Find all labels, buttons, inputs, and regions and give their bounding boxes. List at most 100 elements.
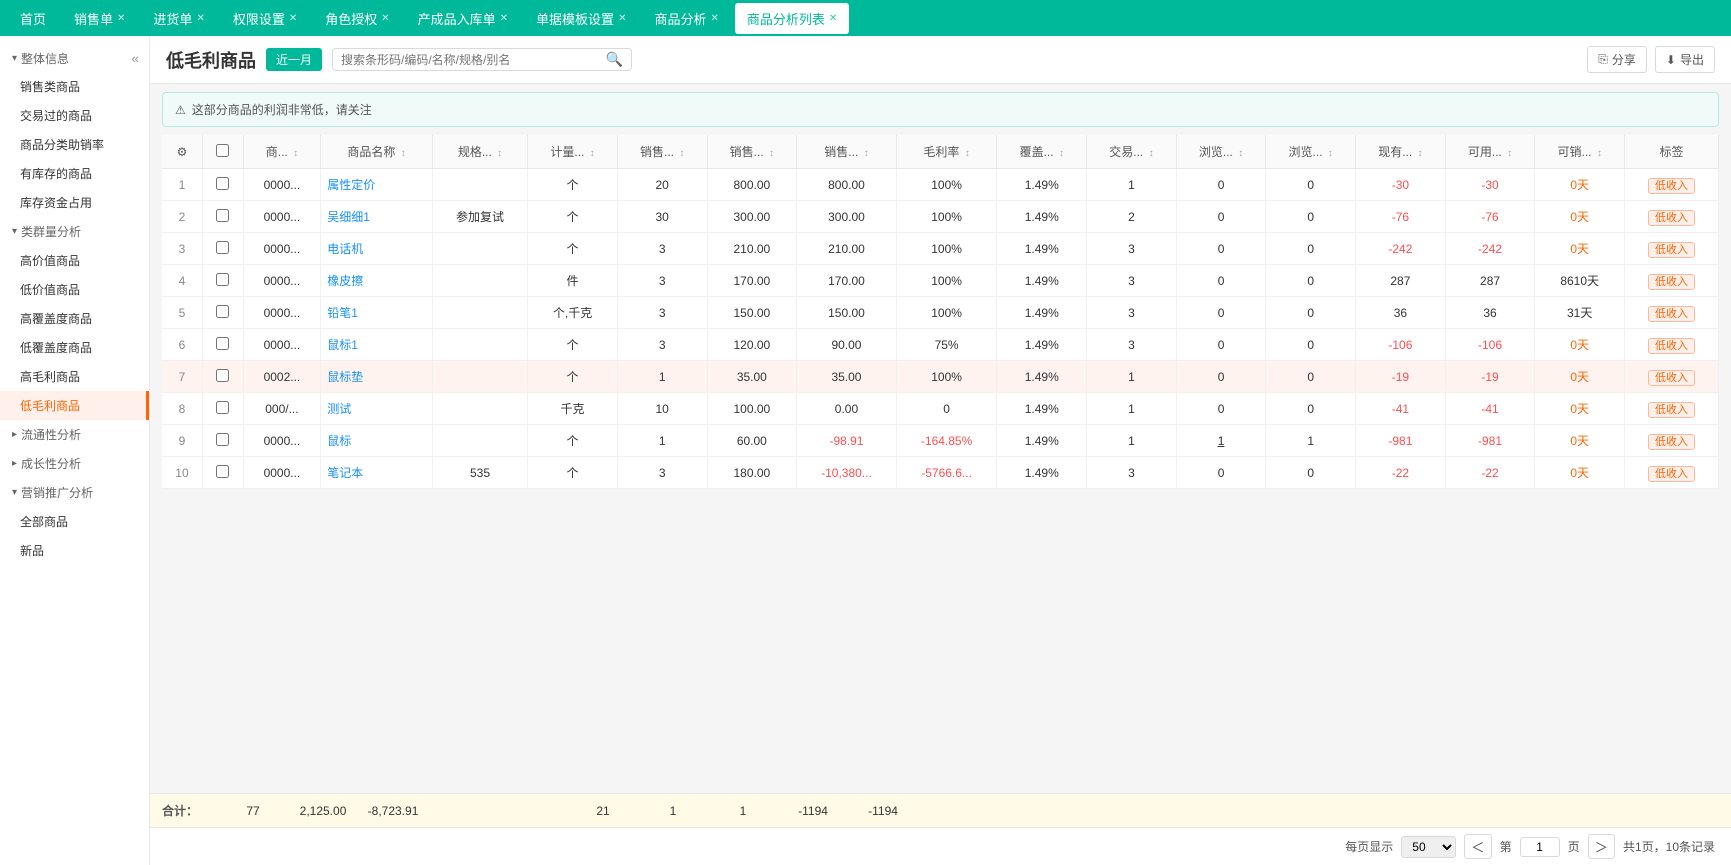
row-checkbox[interactable]	[216, 401, 229, 414]
col-checkbox[interactable]	[202, 135, 243, 169]
sidebar-item-high-value[interactable]: 高价值商品	[0, 246, 149, 275]
row-checkbox[interactable]	[216, 209, 229, 222]
cell-checkbox[interactable]	[202, 265, 243, 297]
nav-close-icon[interactable]: ✕	[196, 13, 204, 24]
search-input[interactable]	[341, 53, 606, 67]
cell-name[interactable]: 鼠标垫	[321, 361, 433, 393]
cell-name[interactable]: 橡皮擦	[321, 265, 433, 297]
page-input[interactable]	[1520, 837, 1560, 857]
cell-browse1[interactable]: 0	[1176, 361, 1266, 393]
nav-close-icon[interactable]: ✕	[829, 13, 837, 24]
nav-close-icon[interactable]: ✕	[618, 13, 626, 24]
share-button[interactable]: ⎘ 分享	[1587, 46, 1647, 73]
nav-item-analysis[interactable]: 商品分析 ✕	[642, 3, 730, 34]
nav-close-icon[interactable]: ✕	[500, 13, 508, 24]
col-sales-price[interactable]: 销售... ↕	[707, 135, 797, 169]
col-settings[interactable]: ⚙	[162, 135, 202, 169]
nav-item-template[interactable]: 单据模板设置 ✕	[524, 3, 638, 34]
cell-name[interactable]: 笔记本	[321, 457, 433, 489]
nav-item-product-entry[interactable]: 产成品入库单 ✕	[406, 3, 520, 34]
prev-page-btn[interactable]: ＜	[1464, 834, 1491, 859]
cell-name[interactable]: 测试	[321, 393, 433, 425]
cell-browse1[interactable]: 0	[1176, 329, 1266, 361]
sidebar-item-low-value[interactable]: 低价值商品	[0, 275, 149, 304]
cell-browse1[interactable]: 0	[1176, 393, 1266, 425]
cell-checkbox[interactable]	[202, 329, 243, 361]
cell-name[interactable]: 属性定价	[321, 169, 433, 201]
search-icon[interactable]: 🔍	[606, 51, 623, 68]
sidebar-item-all-goods[interactable]: 全部商品	[0, 507, 149, 536]
cell-name[interactable]: 吴细细1	[321, 201, 433, 233]
sidebar-section-header-overview[interactable]: ▾ 整体信息	[12, 50, 69, 67]
row-checkbox[interactable]	[216, 241, 229, 254]
select-all-checkbox[interactable]	[216, 144, 229, 157]
col-gross-margin[interactable]: 毛利率 ↕	[896, 135, 997, 169]
sidebar-item-low-margin[interactable]: 低毛利商品	[0, 391, 149, 420]
col-code[interactable]: 商... ↕	[243, 135, 321, 169]
col-browse2[interactable]: 浏览... ↕	[1266, 135, 1356, 169]
row-checkbox[interactable]	[216, 305, 229, 318]
row-checkbox[interactable]	[216, 337, 229, 350]
sidebar-item-high-coverage[interactable]: 高覆盖度商品	[0, 304, 149, 333]
col-coverage[interactable]: 覆盖... ↕	[997, 135, 1087, 169]
cell-checkbox[interactable]	[202, 361, 243, 393]
cell-name[interactable]: 鼠标	[321, 425, 433, 457]
sidebar-item-traded-goods[interactable]: 交易过的商品	[0, 101, 149, 130]
col-available[interactable]: 可用... ↕	[1445, 135, 1535, 169]
col-unit[interactable]: 计量... ↕	[528, 135, 618, 169]
nav-item-purchase[interactable]: 进货单 ✕	[141, 3, 216, 34]
cell-checkbox[interactable]	[202, 393, 243, 425]
row-checkbox[interactable]	[216, 465, 229, 478]
cell-checkbox[interactable]	[202, 457, 243, 489]
cell-browse1[interactable]: 0	[1176, 457, 1266, 489]
cell-browse1[interactable]: 0	[1176, 169, 1266, 201]
sidebar-item-high-margin[interactable]: 高毛利商品	[0, 362, 149, 391]
nav-item-analysis-list[interactable]: 商品分析列表 ✕	[735, 3, 849, 34]
cell-browse1[interactable]: 0	[1176, 233, 1266, 265]
sidebar-item-category-assist[interactable]: 商品分类助销率	[0, 130, 149, 159]
nav-item-permission[interactable]: 权限设置 ✕	[221, 3, 309, 34]
cell-browse1[interactable]: 0	[1176, 201, 1266, 233]
cell-checkbox[interactable]	[202, 233, 243, 265]
sidebar-item-new-goods[interactable]: 新品	[0, 536, 149, 565]
col-tag[interactable]: 标签	[1625, 135, 1719, 169]
sidebar-item-stock-capital[interactable]: 库存资金占用	[0, 188, 149, 217]
row-checkbox[interactable]	[216, 177, 229, 190]
col-browse1[interactable]: 浏览... ↕	[1176, 135, 1266, 169]
next-page-btn[interactable]: ＞	[1588, 834, 1615, 859]
nav-close-icon[interactable]: ✕	[289, 13, 297, 24]
sidebar-item-low-coverage[interactable]: 低覆盖度商品	[0, 333, 149, 362]
col-sales-amount[interactable]: 销售... ↕	[797, 135, 897, 169]
cell-checkbox[interactable]	[202, 169, 243, 201]
cell-checkbox[interactable]	[202, 297, 243, 329]
cell-checkbox[interactable]	[202, 201, 243, 233]
col-trade[interactable]: 交易... ↕	[1087, 135, 1177, 169]
nav-item-role[interactable]: 角色授权 ✕	[313, 3, 401, 34]
sidebar-section-header-growth[interactable]: ▸ 成长性分析	[0, 449, 149, 478]
col-current[interactable]: 现有... ↕	[1356, 135, 1446, 169]
row-checkbox[interactable]	[216, 273, 229, 286]
cell-checkbox[interactable]	[202, 425, 243, 457]
cell-name[interactable]: 电话机	[321, 233, 433, 265]
table-container[interactable]: ⚙ 商... ↕ 商品名称 ↕ 规格... ↕ 计量... ↕ 销售... ↕ …	[162, 135, 1719, 793]
col-spec[interactable]: 规格... ↕	[432, 135, 527, 169]
sidebar-item-sales-goods[interactable]: 销售类商品	[0, 72, 149, 101]
period-button[interactable]: 近一月	[266, 48, 322, 71]
col-sales-qty[interactable]: 销售... ↕	[617, 135, 707, 169]
nav-item-sales[interactable]: 销售单 ✕	[62, 3, 137, 34]
cell-name[interactable]: 铅笔1	[321, 297, 433, 329]
col-saleable[interactable]: 可销... ↕	[1535, 135, 1625, 169]
cell-browse1[interactable]: 0	[1176, 297, 1266, 329]
col-name[interactable]: 商品名称 ↕	[321, 135, 433, 169]
row-checkbox[interactable]	[216, 433, 229, 446]
nav-close-icon[interactable]: ✕	[710, 13, 718, 24]
nav-close-icon[interactable]: ✕	[117, 13, 125, 24]
row-checkbox[interactable]	[216, 369, 229, 382]
sidebar-section-header-flow[interactable]: ▸ 流通性分析	[0, 420, 149, 449]
sidebar-section-header-cluster[interactable]: ▾ 类群量分析	[0, 217, 149, 246]
sidebar-item-in-stock[interactable]: 有库存的商品	[0, 159, 149, 188]
cell-browse1[interactable]: 0	[1176, 265, 1266, 297]
settings-icon[interactable]: ⚙	[177, 145, 188, 159]
export-button[interactable]: ⬇ 导出	[1655, 46, 1715, 73]
sidebar-collapse-btn[interactable]: «	[129, 48, 141, 68]
